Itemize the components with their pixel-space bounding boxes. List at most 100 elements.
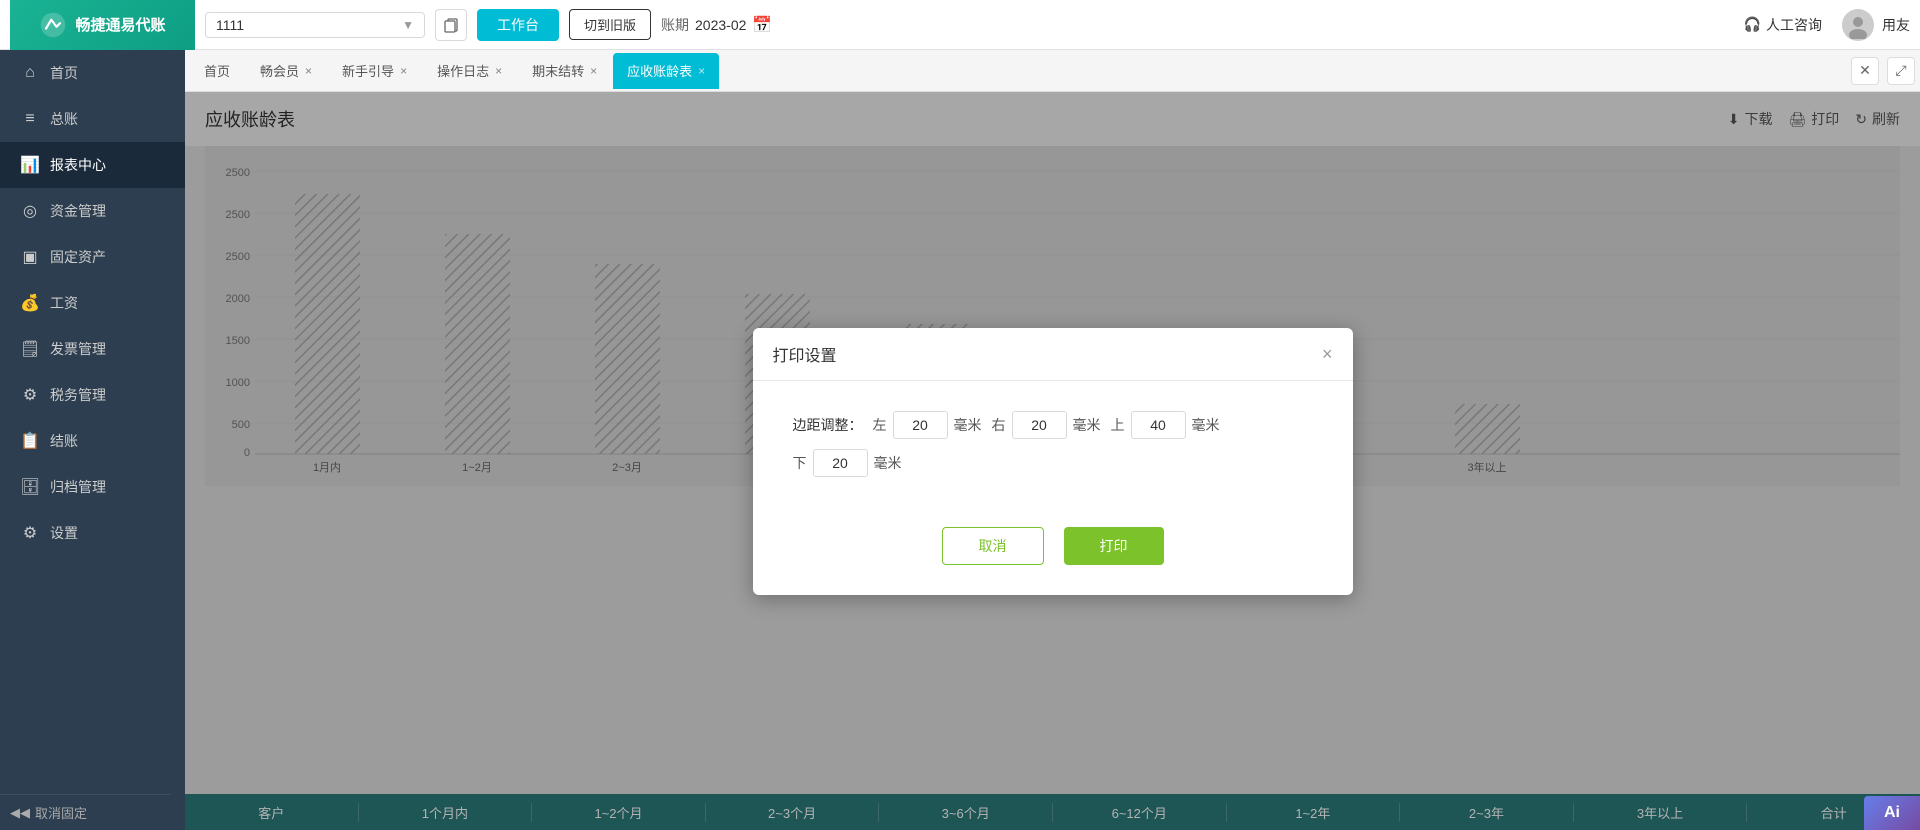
margin-left-unit: 毫米 <box>954 415 982 435</box>
sidebar-item-invoice[interactable]: 🗒 发票管理 <box>0 326 185 372</box>
consult-button[interactable]: 🎧 人工咨询 <box>1744 15 1822 35</box>
user-area[interactable]: 用友 <box>1842 9 1910 41</box>
sidebar-label-ledger: 总账 <box>50 109 78 129</box>
sidebar-icon-settle: 📋 <box>20 431 40 451</box>
workbench-button[interactable]: 工作台 <box>477 9 559 41</box>
tabs-container: 首页 畅会员 × 新手引导 × 操作日志 × 期末结转 × 应收账龄表 × <box>190 53 1849 89</box>
cancel-fixed-button[interactable]: ◀◀ 取消固定 <box>0 794 171 830</box>
sidebar-icon-funds: ◎ <box>20 201 40 221</box>
sidebar-icon-home: ⌂ <box>20 64 40 82</box>
sidebar: ⌂ 首页 ≡ 总账 📊 报表中心 ◎资金管理▣固定资产 💰 工资 🗒 发票管理 ⚙ 税务管理 📋 结账 🗄 归档… <box>0 50 185 830</box>
tab-label-home: 首页 <box>204 61 230 80</box>
tab-close-oplog[interactable]: × <box>495 64 502 78</box>
sidebar-label-salary: 工资 <box>50 293 78 313</box>
margin-bottom-label: 下 <box>793 453 807 473</box>
margin-right-label: 右 <box>992 415 1006 435</box>
tab-close-guide[interactable]: × <box>400 64 407 78</box>
sidebar-label-home: 首页 <box>50 63 78 83</box>
margin-top-input[interactable] <box>1131 411 1186 439</box>
margin-right-group: 右 毫米 <box>992 411 1101 439</box>
tab-ar_aging[interactable]: 应收账龄表 × <box>613 53 719 89</box>
sidebar-icon-invoice: 🗒 <box>20 339 40 359</box>
cancel-fixed-label: 取消固定 <box>35 803 87 822</box>
tab-close-period_end[interactable]: × <box>590 64 597 78</box>
close-tab-button[interactable]: ✕ <box>1851 57 1879 85</box>
modal-footer: 取消 打印 <box>753 507 1353 595</box>
sidebar-item-funds[interactable]: ◎资金管理 <box>0 188 185 234</box>
tab-label-ar_aging: 应收账龄表 <box>627 61 692 80</box>
period-area: 账期 2023-02 📅 <box>661 15 772 35</box>
page-content: 应收账龄表 ⬇ 下载 🖨 打印 ↻ 刷新 <box>185 92 1920 830</box>
calendar-icon[interactable]: 📅 <box>752 15 772 35</box>
modal-header: 打印设置 × <box>753 328 1353 381</box>
sidebar-item-archive[interactable]: 🗄 归档管理 <box>0 464 185 510</box>
sidebar-icon-archive: 🗄 <box>20 477 40 497</box>
tab-close-ar_aging[interactable]: × <box>698 64 705 78</box>
margin-bottom-input[interactable] <box>813 449 868 477</box>
modal-body: 边距调整： 左 毫米 右 毫米 <box>753 381 1353 507</box>
ai-badge[interactable]: Ai <box>1864 796 1920 830</box>
tab-period_end[interactable]: 期末结转 × <box>518 53 611 89</box>
avatar <box>1842 9 1874 41</box>
sidebar-item-ledger[interactable]: ≡ 总账 <box>0 96 185 142</box>
sidebar-label-invoice: 发票管理 <box>50 339 106 359</box>
sidebar-icon-assets: ▣ <box>20 247 40 267</box>
maximize-tab-button[interactable]: ⤢ <box>1887 57 1915 85</box>
sidebar-label-settle: 结账 <box>50 431 78 451</box>
period-value: 2023-02 <box>695 17 746 33</box>
sidebar-item-reports[interactable]: 📊 报表中心 <box>0 142 185 188</box>
sidebar-item-settings[interactable]: ⚙设置 <box>0 510 185 556</box>
print-confirm-button[interactable]: 打印 <box>1064 527 1164 565</box>
logo-icon <box>39 11 67 39</box>
sidebar-icon-reports: 📊 <box>20 155 40 175</box>
tab-label-period_end: 期末结转 <box>532 61 584 80</box>
user-name: 用友 <box>1882 15 1910 35</box>
tab-label-guide: 新手引导 <box>342 61 394 80</box>
header-right: 🎧 人工咨询 用友 <box>1744 9 1910 41</box>
tab-label-oplog: 操作日志 <box>437 61 489 80</box>
top-header: 畅捷通易代账 1111 ▼ 工作台 切到旧版 账期 2023-02 📅 🎧 人工… <box>0 0 1920 50</box>
logo-text: 畅捷通易代账 <box>75 14 165 35</box>
sidebar-item-salary[interactable]: 💰 工资 <box>0 280 185 326</box>
margin-left-input[interactable] <box>893 411 948 439</box>
margin-top-group: 上 毫米 <box>1111 411 1220 439</box>
tab-label-member: 畅会员 <box>260 61 299 80</box>
sidebar-item-home[interactable]: ⌂ 首页 <box>0 50 185 96</box>
modal-title: 打印设置 <box>773 342 837 366</box>
sidebar-item-tax[interactable]: ⚙ 税务管理 <box>0 372 185 418</box>
content-area: 首页 畅会员 × 新手引导 × 操作日志 × 期末结转 × 应收账龄表 × ✕ ⤢ 应收账龄表 ⬇ … <box>185 50 1920 830</box>
consult-label: 人工咨询 <box>1766 15 1822 35</box>
sidebar-label-tax: 税务管理 <box>50 385 106 405</box>
period-label: 账期 <box>661 15 689 35</box>
tab-home[interactable]: 首页 <box>190 53 244 89</box>
switch-version-button[interactable]: 切到旧版 <box>569 9 651 40</box>
pin-icon: ◀◀ <box>10 805 30 821</box>
tab-close-member[interactable]: × <box>305 64 312 78</box>
headphone-icon: 🎧 <box>1744 16 1761 33</box>
tab-guide[interactable]: 新手引导 × <box>328 53 421 89</box>
sidebar-item-assets[interactable]: ▣固定资产 <box>0 234 185 280</box>
sidebar-item-settle[interactable]: 📋 结账 <box>0 418 185 464</box>
tabs-bar: 首页 畅会员 × 新手引导 × 操作日志 × 期末结转 × 应收账龄表 × ✕ ⤢ <box>185 50 1920 92</box>
copy-button[interactable] <box>435 9 467 41</box>
sidebar-label-archive: 归档管理 <box>50 477 106 497</box>
print-settings-modal: 打印设置 × 边距调整： 左 毫米 右 <box>753 328 1353 595</box>
sidebar-icon-ledger: ≡ <box>20 110 40 128</box>
tab-oplog[interactable]: 操作日志 × <box>423 53 516 89</box>
margin-top-label: 上 <box>1111 415 1125 435</box>
sidebar-icon-salary: 💰 <box>20 293 40 313</box>
margin-bottom-unit: 毫米 <box>874 453 902 473</box>
margin-left-label: 左 <box>873 415 887 435</box>
company-selector[interactable]: 1111 ▼ <box>205 12 425 38</box>
logo-area: 畅捷通易代账 <box>10 0 195 50</box>
modal-close-button[interactable]: × <box>1322 345 1333 363</box>
cancel-button[interactable]: 取消 <box>942 527 1044 565</box>
dropdown-arrow-icon: ▼ <box>402 18 414 32</box>
modal-overlay: 打印设置 × 边距调整： 左 毫米 右 <box>185 92 1920 830</box>
main-layout: ⌂ 首页 ≡ 总账 📊 报表中心 ◎资金管理▣固定资产 💰 工资 🗒 发票管理 ⚙ 税务管理 📋 结账 🗄 归档… <box>0 50 1920 830</box>
margin-top-unit: 毫米 <box>1192 415 1220 435</box>
tab-member[interactable]: 畅会员 × <box>246 53 326 89</box>
margin-right-input[interactable] <box>1012 411 1067 439</box>
sidebar-icon-tax: ⚙ <box>20 385 40 405</box>
sidebar-label-reports: 报表中心 <box>50 155 106 175</box>
